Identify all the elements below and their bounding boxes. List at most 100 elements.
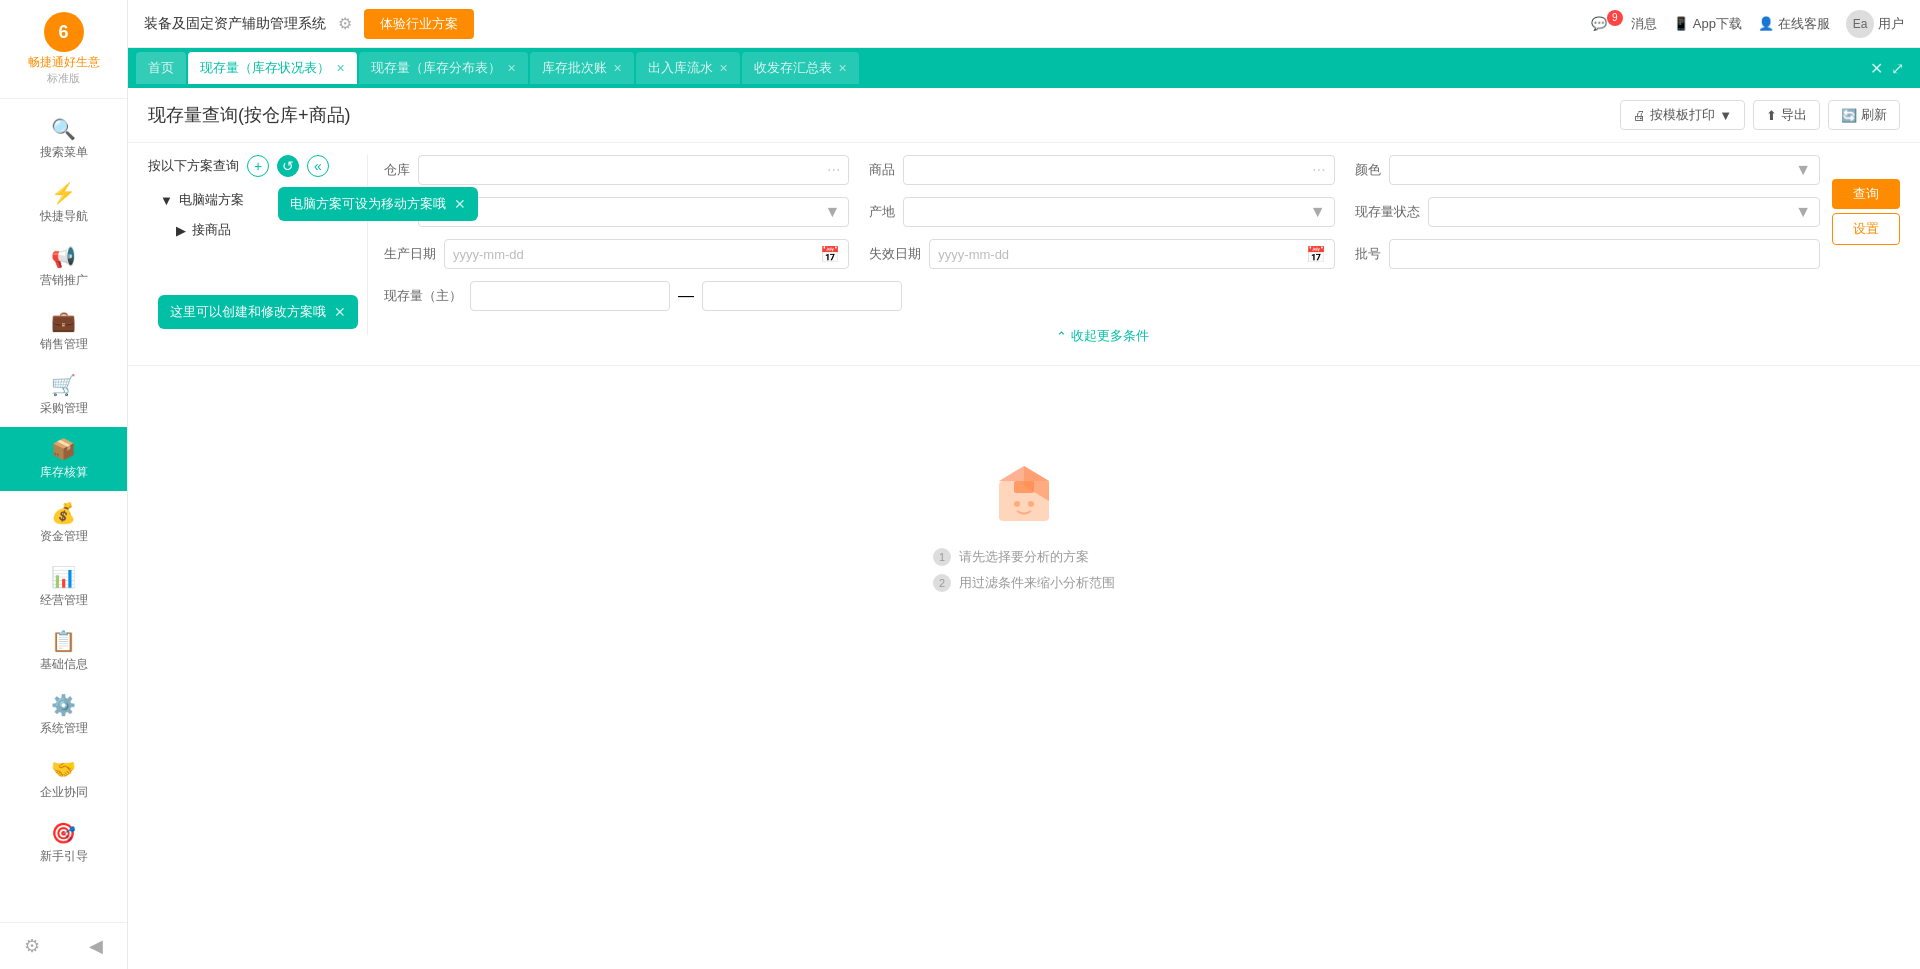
tab-expand-icon[interactable]: ⤢ — [1891, 59, 1904, 78]
sidebar-item-purchase[interactable]: 🛒 采购管理 — [0, 363, 127, 427]
arrow-icon-color: ▼ — [1795, 161, 1811, 179]
arrow-icon-size: ▼ — [824, 203, 840, 221]
sidebar-item-system-label: 系统管理 — [40, 720, 88, 737]
exp-date-input[interactable]: yyyy-mm-dd 📅 — [929, 239, 1334, 269]
tab-inout[interactable]: 出入库流水 ✕ — [636, 52, 740, 84]
add-tooltip-text: 电脑方案可设为移动方案哦 — [290, 195, 446, 213]
goods-select[interactable]: ··· — [903, 155, 1334, 185]
sidebar-item-sales[interactable]: 💼 销售管理 — [0, 299, 127, 363]
app-label: App下载 — [1693, 15, 1742, 33]
topbar: 装备及固定资产辅助管理系统 ⚙ 体验行业方案 💬 9 消息 📱 App下载 👤 … — [128, 0, 1920, 48]
filter-header: 按以下方案查询 + ↺ « — [148, 155, 355, 177]
sidebar-item-purchase-label: 采购管理 — [40, 400, 88, 417]
online-service-item[interactable]: 👤 在线客服 — [1758, 15, 1830, 33]
sidebar-item-quick[interactable]: ⚡ 快捷导航 — [0, 171, 127, 235]
message-item[interactable]: 💬 9 消息 — [1591, 15, 1657, 33]
sidebar-item-finance[interactable]: 💰 资金管理 — [0, 491, 127, 555]
collapse-label: 收起更多条件 — [1071, 327, 1149, 345]
color-select[interactable]: ▼ — [1389, 155, 1820, 185]
batch-label: 批号 — [1355, 245, 1381, 263]
tab-home[interactable]: 首页 — [136, 52, 186, 84]
empty-illustration — [979, 446, 1069, 536]
tab-inventory-dist-label: 现存量（库存分布表） — [371, 59, 501, 77]
stock-min-input[interactable] — [470, 281, 670, 311]
refresh-btn[interactable]: 🔄 刷新 — [1828, 100, 1900, 130]
quick-icon: ⚡ — [51, 181, 76, 205]
sidebar-item-operations[interactable]: 📊 经营管理 — [0, 555, 127, 619]
tab-close-all-icon[interactable]: ✕ — [1870, 59, 1883, 78]
origin-label: 产地 — [869, 203, 895, 221]
settings-btn[interactable]: 设置 — [1832, 213, 1900, 245]
tab-inventory-dist-close[interactable]: ✕ — [507, 62, 516, 75]
sidebar-item-basic[interactable]: 📋 基础信息 — [0, 619, 127, 683]
page-header: 现存量查询(按仓库+商品) 🖨 按模板打印 ▼ ⬆ 导出 🔄 刷新 — [128, 88, 1920, 143]
tab-inventory-status-close[interactable]: ✕ — [336, 62, 345, 75]
tab-batch-close[interactable]: ✕ — [613, 62, 622, 75]
step-1-num: 1 — [933, 548, 951, 566]
sidebar-item-system[interactable]: ⚙️ 系统管理 — [0, 683, 127, 747]
export-btn[interactable]: ⬆ 导出 — [1753, 100, 1820, 130]
filter-cell-goods: 商品 ··· — [869, 155, 1334, 185]
batch-input[interactable] — [1389, 239, 1820, 269]
size-select[interactable]: ▼ — [418, 197, 849, 227]
collapse-btn[interactable]: ⌃ 收起更多条件 — [384, 319, 1820, 353]
trial-btn[interactable]: 体验行业方案 — [364, 9, 474, 39]
refresh-label: 刷新 — [1861, 106, 1887, 124]
print-btn[interactable]: 🖨 按模板打印 ▼ — [1620, 100, 1745, 130]
pc-item-1-label: 接商品 — [192, 221, 231, 239]
app-download-item[interactable]: 📱 App下载 — [1673, 15, 1742, 33]
tab-actions: ✕ ⤢ — [1870, 59, 1912, 78]
add-tooltip-bubble: 电脑方案可设为移动方案哦 ✕ — [278, 187, 478, 221]
message-label: 消息 — [1631, 15, 1657, 33]
collapse-icon[interactable]: ◀ — [89, 935, 103, 957]
sidebar-item-marketing-label: 营销推广 — [40, 272, 88, 289]
exp-date-label: 失效日期 — [869, 245, 921, 263]
tab-inventory-status[interactable]: 现存量（库存状况表） ✕ — [188, 52, 357, 84]
tab-inout-close[interactable]: ✕ — [719, 62, 728, 75]
settings-bottom-icon[interactable]: ⚙ — [24, 935, 40, 957]
sidebar-item-enterprise[interactable]: 🤝 企业协同 — [0, 747, 127, 811]
origin-select[interactable]: ▼ — [903, 197, 1334, 227]
add-tooltip-close[interactable]: ✕ — [454, 196, 466, 212]
export-label: 导出 — [1781, 106, 1807, 124]
page-container: 现存量查询(按仓库+商品) 🖨 按模板打印 ▼ ⬆ 导出 🔄 刷新 — [128, 88, 1920, 969]
tab-batch[interactable]: 库存批次账 ✕ — [530, 52, 634, 84]
system-title: 装备及固定资产辅助管理系统 — [144, 15, 326, 33]
warehouse-select[interactable]: ··· — [418, 155, 849, 185]
svg-point-5 — [1028, 501, 1034, 507]
scheme-tooltip-close[interactable]: ✕ — [334, 304, 346, 320]
filter-cell-color: 颜色 ▼ — [1355, 155, 1820, 185]
stock-max-input[interactable] — [702, 281, 902, 311]
dots-icon-warehouse: ··· — [827, 161, 840, 179]
tab-home-label: 首页 — [148, 59, 174, 77]
stock-status-select[interactable]: ▼ — [1428, 197, 1820, 227]
search-btn[interactable]: 查询 — [1832, 179, 1900, 209]
sidebar-item-inventory[interactable]: 📦 库存核算 — [0, 427, 127, 491]
tab-collect-close[interactable]: ✕ — [838, 62, 847, 75]
logo-title: 畅捷通好生意 — [28, 54, 100, 71]
prod-date-input[interactable]: yyyy-mm-dd 📅 — [444, 239, 849, 269]
empty-step-2: 2 用过滤条件来缩小分析范围 — [933, 574, 1115, 592]
arrow-icon-stock-status: ▼ — [1795, 203, 1811, 221]
sidebar-item-search[interactable]: 🔍 搜索菜单 — [0, 107, 127, 171]
system-icon: ⚙️ — [51, 693, 76, 717]
sidebar-item-marketing[interactable]: 📢 营销推广 — [0, 235, 127, 299]
sidebar-item-inventory-label: 库存核算 — [40, 464, 88, 481]
filter-cell-origin: 产地 ▼ — [869, 197, 1334, 227]
enterprise-icon: 🤝 — [51, 757, 76, 781]
topbar-settings-icon[interactable]: ⚙ — [338, 14, 352, 33]
tab-inventory-dist[interactable]: 现存量（库存分布表） ✕ — [359, 52, 528, 84]
basic-icon: 📋 — [51, 629, 76, 653]
back-icon-btn[interactable]: « — [307, 155, 329, 177]
arrow-icon-origin: ▼ — [1310, 203, 1326, 221]
query-buttons: 查询 设置 — [1820, 179, 1900, 245]
main-area: 装备及固定资产辅助管理系统 ⚙ 体验行业方案 💬 9 消息 📱 App下载 👤 … — [128, 0, 1920, 969]
export-icon: ⬆ — [1766, 108, 1777, 123]
add-scheme-btn[interactable]: + — [247, 155, 269, 177]
refresh-scheme-btn[interactable]: ↺ — [277, 155, 299, 177]
calendar-icon-exp: 📅 — [1306, 245, 1326, 264]
sidebar-item-newbie[interactable]: 🎯 新手引导 — [0, 811, 127, 875]
user-item[interactable]: Ea 用户 — [1846, 10, 1904, 38]
newbie-icon: 🎯 — [51, 821, 76, 845]
tab-collect[interactable]: 收发存汇总表 ✕ — [742, 52, 859, 84]
